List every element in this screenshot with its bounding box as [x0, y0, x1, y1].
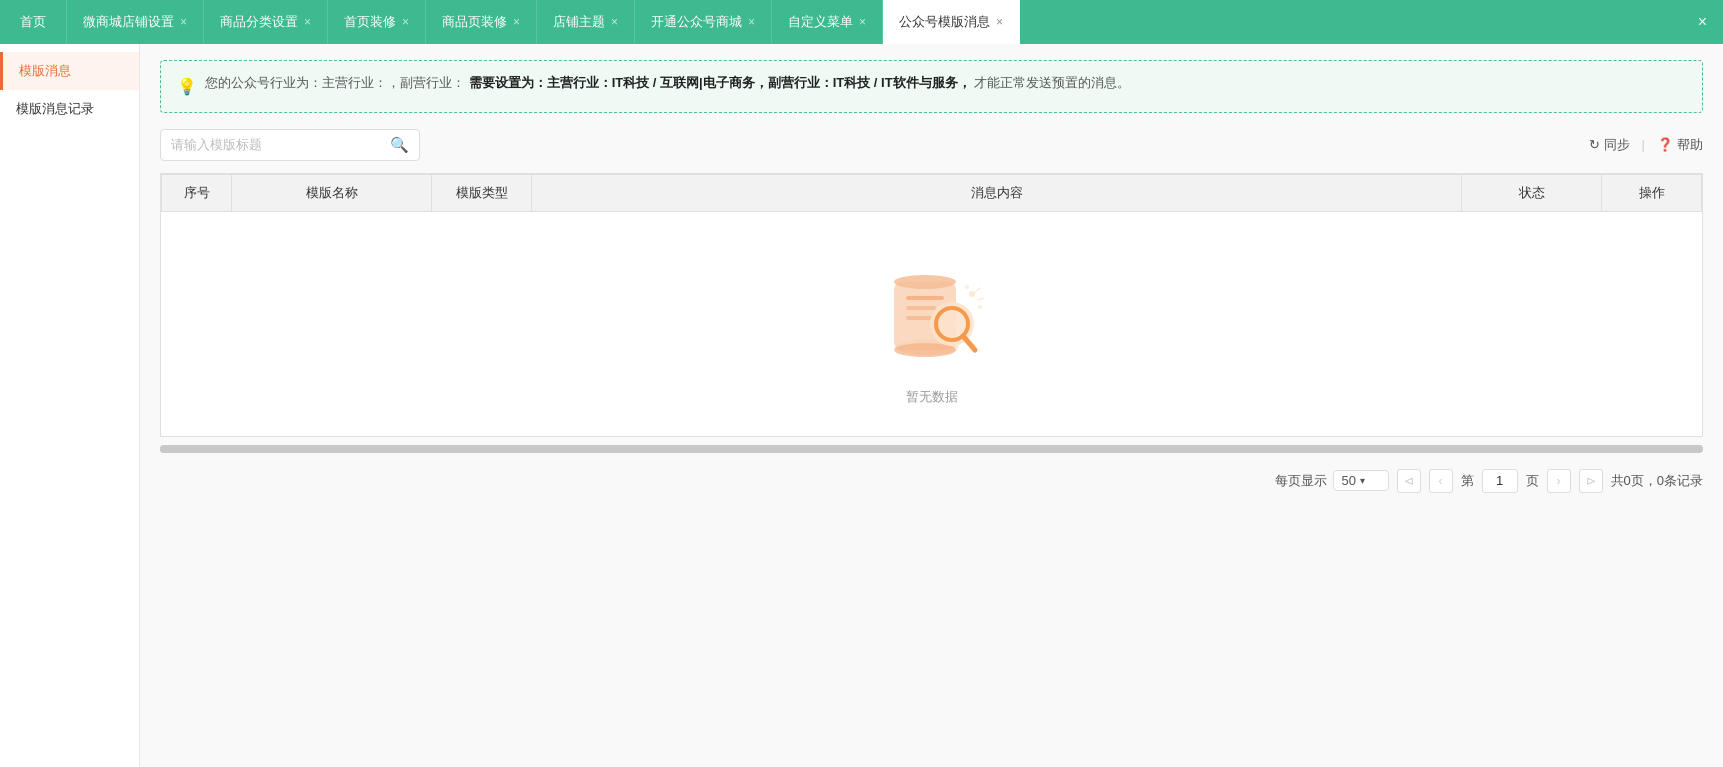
page-last-button[interactable]: ⊳	[1579, 469, 1603, 493]
nav-tab-home[interactable]: 首页	[0, 0, 67, 44]
nav-tab-open-mall[interactable]: 开通公众号商城 ×	[635, 0, 772, 44]
svg-point-2	[894, 275, 956, 289]
chevron-down-icon: ▾	[1360, 475, 1365, 486]
nav-tab-product-cat[interactable]: 商品分类设置 ×	[204, 0, 328, 44]
nav-tab-template-msg-close[interactable]: ×	[996, 15, 1003, 29]
nav-tab-store-theme[interactable]: 店铺主题 ×	[537, 0, 635, 44]
svg-point-12	[965, 285, 969, 289]
svg-rect-5	[906, 306, 936, 310]
sidebar-item-template-msg[interactable]: 模版消息	[0, 52, 139, 90]
nav-tab-product-decor-close[interactable]: ×	[513, 15, 520, 29]
nav-tab-product-cat-label: 商品分类设置	[220, 13, 298, 31]
top-nav: 首页 微商城店铺设置 × 商品分类设置 × 首页装修 × 商品页装修 × 店铺主…	[0, 0, 1723, 44]
nav-tab-home-label: 首页	[20, 13, 46, 31]
svg-line-13	[975, 288, 980, 292]
nav-tab-template-msg[interactable]: 公众号模版消息 ×	[883, 0, 1020, 44]
sync-button[interactable]: ↻ 同步	[1589, 136, 1630, 154]
page-size-select: 每页显示 50 ▾	[1275, 470, 1389, 491]
notice-text: 您的公众号行业为：主营行业：，副营行业： 需要设置为：主营行业：IT科技 / 互…	[205, 73, 1130, 94]
col-header-status: 状态	[1462, 174, 1602, 211]
notice-banner: 💡 您的公众号行业为：主营行业：，副营行业： 需要设置为：主营行业：IT科技 /…	[160, 60, 1703, 113]
nav-tab-weshop-label: 微商城店铺设置	[83, 13, 174, 31]
nav-tab-store-theme-label: 店铺主题	[553, 13, 605, 31]
main-layout: 模版消息 模版消息记录 💡 您的公众号行业为：主营行业：，副营行业： 需要设置为…	[0, 44, 1723, 767]
empty-text: 暂无数据	[906, 388, 958, 406]
col-header-content: 消息内容	[532, 174, 1462, 211]
page-size-value: 50	[1342, 473, 1356, 488]
nav-tab-custom-menu-close[interactable]: ×	[859, 15, 866, 29]
toolbar-right: ↻ 同步 | ❓ 帮助	[1589, 136, 1703, 154]
search-button[interactable]: 🔍	[390, 136, 409, 154]
help-button[interactable]: ❓ 帮助	[1657, 136, 1703, 154]
search-icon: 🔍	[390, 136, 409, 153]
horizontal-scrollbar[interactable]	[160, 445, 1703, 453]
sync-icon: ↻	[1589, 137, 1600, 152]
nav-tab-store-theme-close[interactable]: ×	[611, 15, 618, 29]
page-label-suffix: 页	[1526, 472, 1539, 490]
nav-tab-weshop[interactable]: 微商城店铺设置 ×	[67, 0, 204, 44]
col-header-action: 操作	[1602, 174, 1702, 211]
nav-tab-custom-menu[interactable]: 自定义菜单 ×	[772, 0, 883, 44]
nav-tab-product-decor-label: 商品页装修	[442, 13, 507, 31]
nav-tab-home-decor[interactable]: 首页装修 ×	[328, 0, 426, 44]
nav-tab-open-mall-label: 开通公众号商城	[651, 13, 742, 31]
data-table-container: 序号 模版名称 模版类型 消息内容 状态 操作	[160, 173, 1703, 437]
sidebar-item-template-msg-log[interactable]: 模版消息记录	[0, 90, 139, 128]
svg-line-14	[978, 298, 984, 300]
search-input-wrap[interactable]: 🔍	[160, 129, 420, 161]
nav-tab-product-cat-close[interactable]: ×	[304, 15, 311, 29]
col-header-seq: 序号	[162, 174, 232, 211]
nav-tab-home-decor-close[interactable]: ×	[402, 15, 409, 29]
svg-rect-4	[906, 296, 944, 300]
notice-icon: 💡	[177, 74, 197, 100]
nav-tab-template-msg-label: 公众号模版消息	[899, 13, 990, 31]
scrollbar-thumb	[160, 445, 1703, 453]
page-size-dropdown[interactable]: 50 ▾	[1333, 470, 1389, 491]
svg-point-10	[969, 291, 975, 297]
empty-state: 暂无数据	[162, 212, 1702, 436]
page-number-input[interactable]	[1482, 469, 1518, 493]
page-size-label: 每页显示	[1275, 472, 1327, 490]
data-table: 序号 模版名称 模版类型 消息内容 状态 操作	[161, 174, 1702, 436]
empty-illustration	[872, 252, 992, 372]
help-icon: ❓	[1657, 137, 1673, 152]
page-next-button[interactable]: ›	[1547, 469, 1571, 493]
nav-tab-open-mall-close[interactable]: ×	[748, 15, 755, 29]
page-first-button[interactable]: ⊲	[1397, 469, 1421, 493]
pagination-bar: 每页显示 50 ▾ ⊲ ‹ 第 页 › ⊳ 共0页，0条记录	[160, 461, 1703, 497]
svg-point-11	[978, 305, 982, 309]
page-label-prefix: 第	[1461, 472, 1474, 490]
nav-tab-weshop-close[interactable]: ×	[180, 15, 187, 29]
content-area: 💡 您的公众号行业为：主营行业：，副营行业： 需要设置为：主营行业：IT科技 /…	[140, 44, 1723, 767]
col-header-type: 模版类型	[432, 174, 532, 211]
nav-tab-product-decor[interactable]: 商品页装修 ×	[426, 0, 537, 44]
toolbar-divider: |	[1642, 137, 1645, 152]
global-close-button[interactable]: ×	[1682, 13, 1723, 31]
sidebar: 模版消息 模版消息记录	[0, 44, 140, 767]
page-prev-button[interactable]: ‹	[1429, 469, 1453, 493]
nav-tab-custom-menu-label: 自定义菜单	[788, 13, 853, 31]
search-bar: 🔍 ↻ 同步 | ❓ 帮助	[160, 129, 1703, 161]
search-input[interactable]	[171, 137, 386, 152]
nav-tab-home-decor-label: 首页装修	[344, 13, 396, 31]
svg-line-9	[963, 336, 975, 350]
col-header-name: 模版名称	[232, 174, 432, 211]
pagination-summary: 共0页，0条记录	[1611, 472, 1703, 490]
